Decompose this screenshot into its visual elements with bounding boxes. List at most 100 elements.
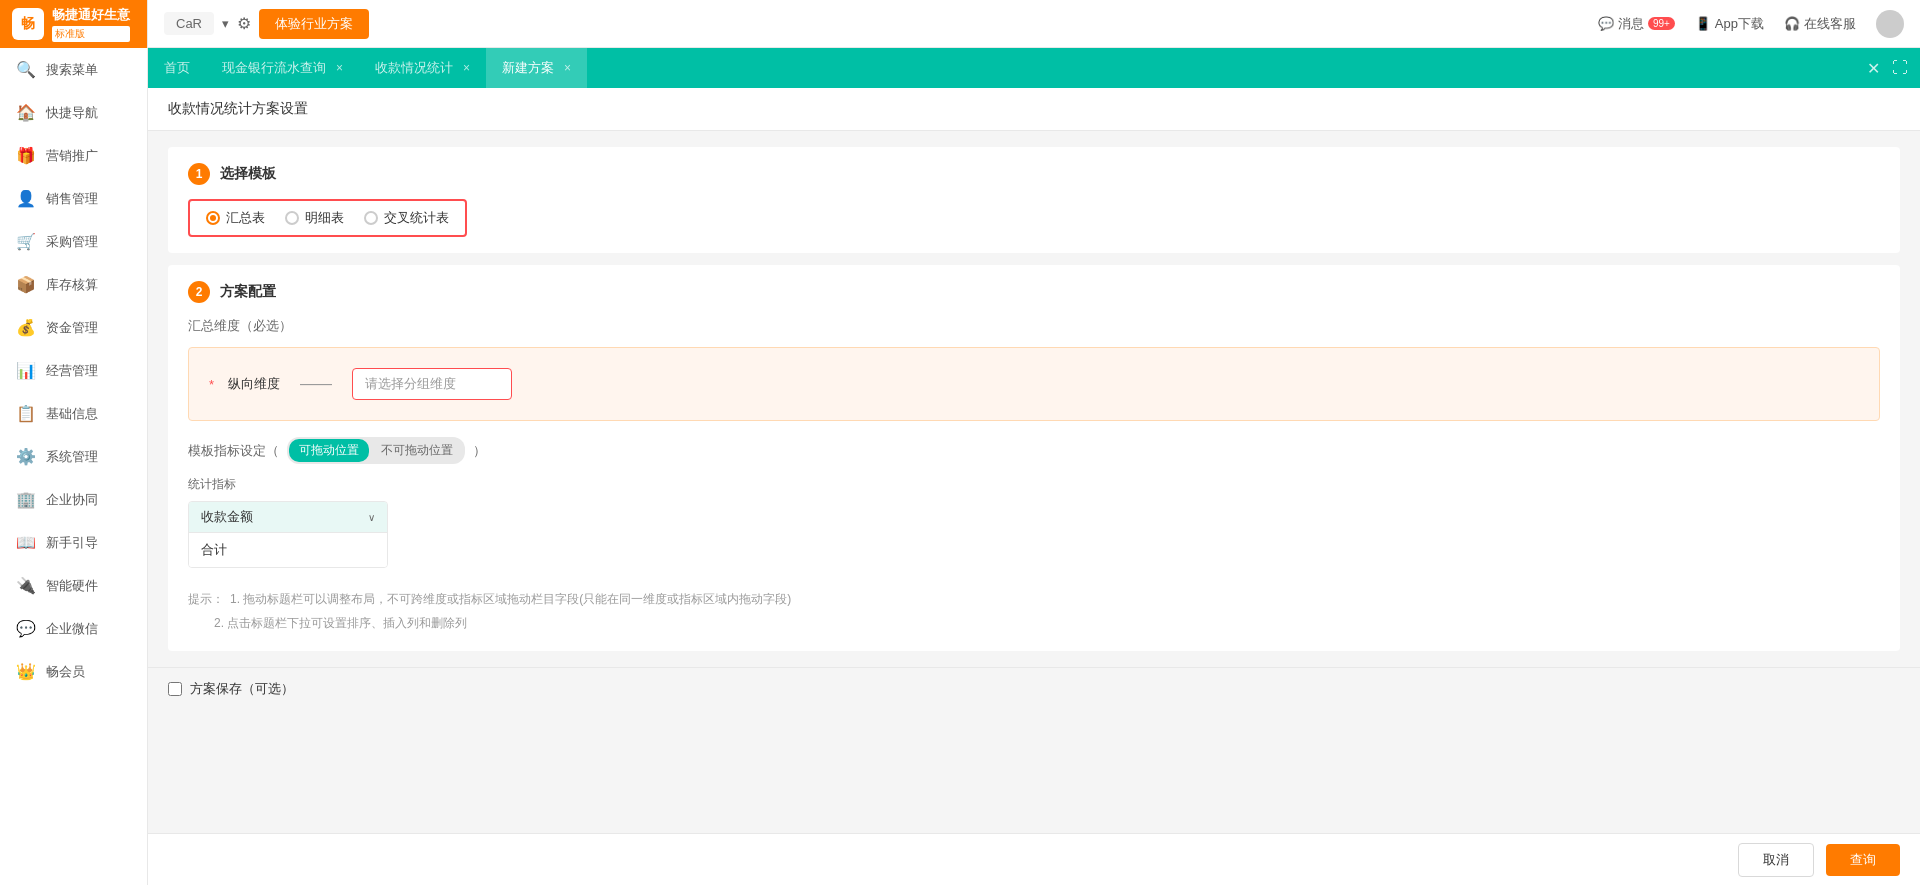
download-label: App下载 <box>1715 15 1764 33</box>
download-item[interactable]: 📱 App下载 <box>1695 15 1764 33</box>
page-title: 收款情况统计方案设置 <box>148 88 1920 131</box>
sidebar-item-basic-info[interactable]: 📋 基础信息 <box>0 392 147 435</box>
home-icon: 🏠 <box>16 103 36 122</box>
query-button[interactable]: 查询 <box>1826 844 1900 876</box>
sidebar-item-label: 销售管理 <box>46 190 98 208</box>
user-avatar[interactable] <box>1876 10 1904 38</box>
save-option-label: 方案保存（可选） <box>190 680 294 698</box>
sidebar-item-member[interactable]: 👑 畅会员 <box>0 650 147 693</box>
industry-solution-button[interactable]: 体验行业方案 <box>259 9 369 39</box>
content-wrapper: 收款情况统计方案设置 1 选择模板 汇总表 <box>148 88 1920 885</box>
main-content: CaR ▾ ⚙ 体验行业方案 💬 消息 99+ 📱 App下载 🎧 在线客服 <box>148 0 1920 885</box>
sidebar-item-label: 企业微信 <box>46 620 98 638</box>
metrics-total-cell: 合计 <box>189 533 387 567</box>
plug-icon: 🔌 <box>16 576 36 595</box>
sidebar-item-hardware[interactable]: 🔌 智能硬件 <box>0 564 147 607</box>
sidebar-item-label: 快捷导航 <box>46 104 98 122</box>
close-window-icon[interactable]: ✕ <box>1867 59 1880 78</box>
tab-new-plan-close[interactable]: × <box>564 61 571 75</box>
chart-icon: 📊 <box>16 361 36 380</box>
sidebar-item-finance[interactable]: 💰 资金管理 <box>0 306 147 349</box>
sidebar-item-corp[interactable]: 🏢 企业协同 <box>0 478 147 521</box>
sidebar-item-label: 新手引导 <box>46 534 98 552</box>
tip-spacer <box>188 611 208 635</box>
metrics-close-bracket: ） <box>473 442 486 460</box>
sidebar-item-label: 经营管理 <box>46 362 98 380</box>
tab-new-plan[interactable]: 新建方案 × <box>486 48 587 88</box>
box-icon: 📦 <box>16 275 36 294</box>
content-area: 收款情况统计方案设置 1 选择模板 汇总表 <box>148 88 1920 833</box>
step1-header: 1 选择模板 <box>188 163 1880 185</box>
vertical-dim-label: 纵向维度 <box>228 375 280 393</box>
tip-text-2: 2. 点击标题栏下拉可设置排序、插入列和删除列 <box>214 611 467 635</box>
tip-item-2: 2. 点击标题栏下拉可设置排序、插入列和删除列 <box>188 611 1880 635</box>
chevron-down-icon: ∨ <box>368 512 375 523</box>
sidebar-item-search-menu[interactable]: 🔍 搜索菜单 <box>0 48 147 91</box>
maximize-icon[interactable]: ⛶ <box>1892 59 1908 77</box>
tab-receipt-stats[interactable]: 收款情况统计 × <box>359 48 486 88</box>
tab-home[interactable]: 首页 <box>148 48 206 88</box>
tab-bar: 首页 现金银行流水查询 × 收款情况统计 × 新建方案 × ✕ ⛶ <box>148 48 1920 88</box>
radio-detail[interactable]: 明细表 <box>285 209 344 227</box>
clipboard-icon: 📋 <box>16 404 36 423</box>
save-checkbox[interactable] <box>168 682 182 696</box>
sidebar-item-label: 采购管理 <box>46 233 98 251</box>
settings-header-icon[interactable]: ⚙ <box>237 14 251 33</box>
toggle-draggable[interactable]: 可拖动位置 <box>289 439 369 462</box>
app-badge: 标准版 <box>52 26 130 42</box>
toggle-draggable-label: 可拖动位置 <box>299 443 359 457</box>
cancel-button[interactable]: 取消 <box>1738 843 1814 877</box>
sidebar-item-purchase[interactable]: 🛒 采购管理 <box>0 220 147 263</box>
sidebar-item-inventory[interactable]: 📦 库存核算 <box>0 263 147 306</box>
sidebar-item-system[interactable]: ⚙️ 系统管理 <box>0 435 147 478</box>
tip-text-1: 1. 拖动标题栏可以调整布局，不可跨维度或指标区域拖动栏目字段(只能在同一维度或… <box>230 587 791 611</box>
logo-icon: 畅 <box>12 8 44 40</box>
form-body: 1 选择模板 汇总表 明细表 <box>148 131 1920 667</box>
tab-bar-right: ✕ ⛶ <box>1855 48 1920 88</box>
radio-summary-label: 汇总表 <box>226 209 265 227</box>
sidebar-item-label: 库存核算 <box>46 276 98 294</box>
radio-cross[interactable]: 交叉统计表 <box>364 209 449 227</box>
tip-item-1: 提示： 1. 拖动标题栏可以调整布局，不可跨维度或指标区域拖动栏目字段(只能在同… <box>188 587 1880 611</box>
tip-prefix: 提示： <box>188 587 224 611</box>
sidebar-menu: 🔍 搜索菜单 🏠 快捷导航 🎁 营销推广 👤 销售管理 🛒 采购管理 📦 库存核… <box>0 48 147 885</box>
tab-receipt-stats-close[interactable]: × <box>463 61 470 75</box>
service-item[interactable]: 🎧 在线客服 <box>1784 15 1856 33</box>
notification-label: 消息 <box>1618 15 1644 33</box>
dimension-placeholder: 请选择分组维度 <box>365 376 456 391</box>
sidebar-item-wechat[interactable]: 💬 企业微信 <box>0 607 147 650</box>
save-option: 方案保存（可选） <box>148 667 1920 710</box>
step1-title: 选择模板 <box>220 165 276 183</box>
header-left: CaR ▾ ⚙ 体验行业方案 <box>164 9 369 39</box>
chat-icon: 💬 <box>16 619 36 638</box>
required-mark: * <box>209 377 214 392</box>
money-icon: 💰 <box>16 318 36 337</box>
toggle-pill: 可拖动位置 不可拖动位置 <box>287 437 465 464</box>
sidebar-item-sales[interactable]: 👤 销售管理 <box>0 177 147 220</box>
top-header: CaR ▾ ⚙ 体验行业方案 💬 消息 99+ 📱 App下载 🎧 在线客服 <box>148 0 1920 48</box>
step1-number: 1 <box>188 163 210 185</box>
app-name: 畅捷通好生意 <box>52 6 130 24</box>
tab-bank-flow[interactable]: 现金银行流水查询 × <box>206 48 359 88</box>
metrics-column-header[interactable]: 收款金额 ∨ <box>189 502 387 533</box>
radio-summary[interactable]: 汇总表 <box>206 209 265 227</box>
gift-icon: 🎁 <box>16 146 36 165</box>
toggle-non-draggable-label: 不可拖动位置 <box>381 443 453 457</box>
tab-bank-flow-close[interactable]: × <box>336 61 343 75</box>
sidebar-item-label: 智能硬件 <box>46 577 98 595</box>
sidebar-logo: 畅 畅捷通好生意 标准版 <box>0 0 147 48</box>
notification-badge: 99+ <box>1648 17 1675 30</box>
toggle-non-draggable[interactable]: 不可拖动位置 <box>371 439 463 462</box>
notification-item[interactable]: 💬 消息 99+ <box>1598 15 1675 33</box>
metrics-header-text: 模板指标设定（ <box>188 442 279 460</box>
dropdown-icon[interactable]: ▾ <box>222 16 229 31</box>
sidebar-item-marketing[interactable]: 🎁 营销推广 <box>0 134 147 177</box>
dimension-section-label: 汇总维度（必选） <box>188 317 1880 335</box>
building-icon: 🏢 <box>16 490 36 509</box>
sidebar-item-quick-nav[interactable]: 🏠 快捷导航 <box>0 91 147 134</box>
sidebar-item-operation[interactable]: 📊 经营管理 <box>0 349 147 392</box>
sidebar-item-guide[interactable]: 📖 新手引导 <box>0 521 147 564</box>
dimension-select[interactable]: 请选择分组维度 <box>352 368 512 400</box>
sidebar: 畅 畅捷通好生意 标准版 🔍 搜索菜单 🏠 快捷导航 🎁 营销推广 👤 销售管理… <box>0 0 148 885</box>
radio-detail-label: 明细表 <box>305 209 344 227</box>
